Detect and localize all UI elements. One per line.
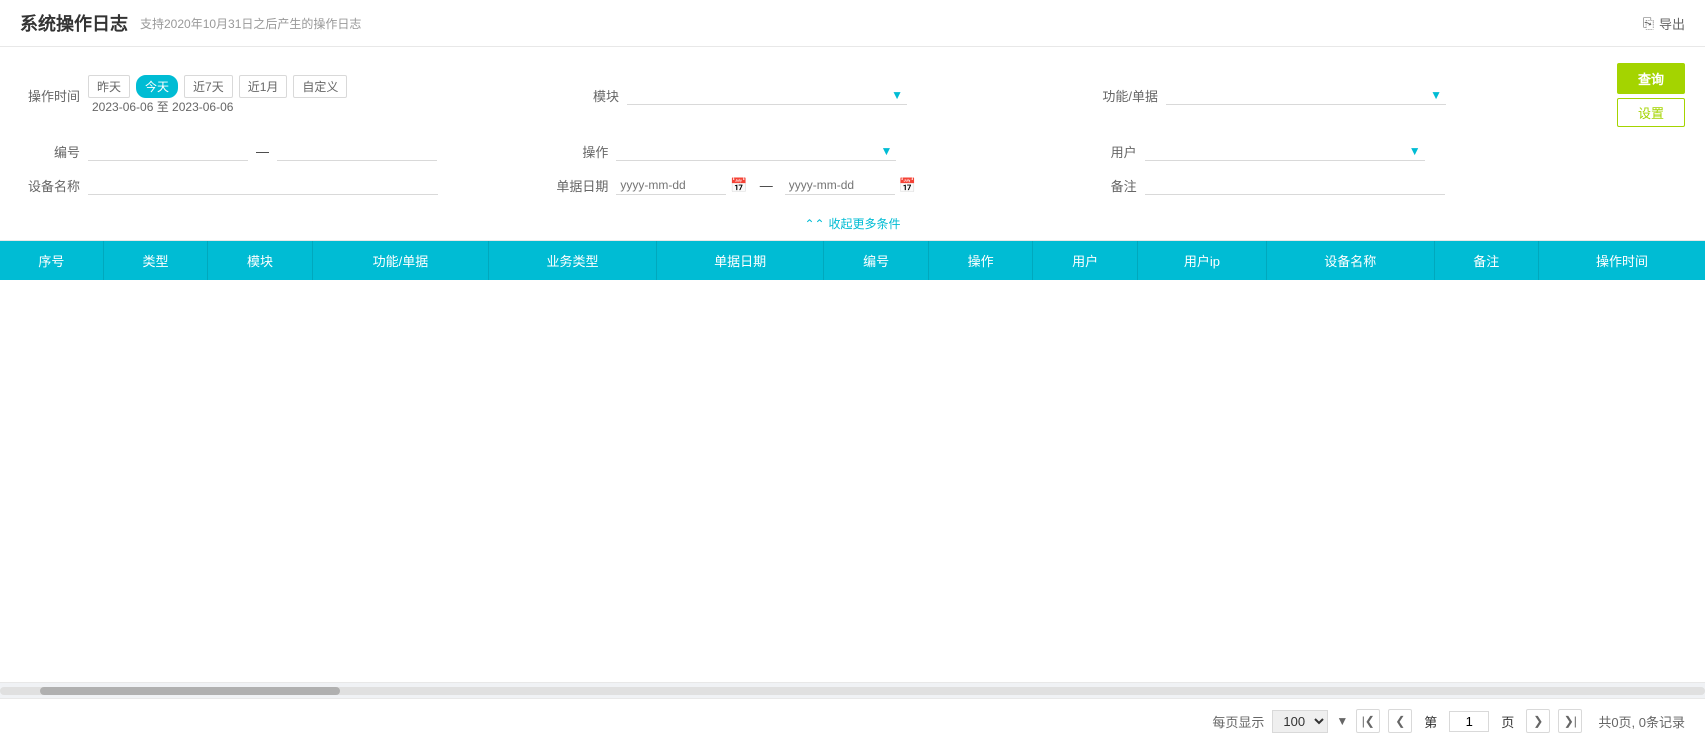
col-user: 用户 (1033, 241, 1137, 280)
user-label: 用户 (1077, 142, 1137, 161)
device-input[interactable] (88, 175, 438, 195)
code-input-end[interactable] (277, 141, 437, 161)
col-biz-type: 业务类型 (489, 241, 657, 280)
table-body (0, 280, 1705, 580)
export-icon: ⎘ (1643, 15, 1654, 32)
user-filter-group: 用户 ▼ (1077, 141, 1565, 161)
page-title: 系统操作日志 (20, 10, 128, 36)
page-label: 第 (1424, 712, 1437, 731)
col-module: 模块 (208, 241, 312, 280)
code-dash: — (256, 144, 269, 159)
date-start-input[interactable] (616, 176, 726, 195)
module-select-wrap: ▼ (627, 85, 907, 105)
time-btn-7days[interactable]: 近7天 (184, 75, 233, 98)
per-page-label: 每页显示 (1212, 712, 1264, 731)
code-label: 编号 (20, 142, 80, 161)
time-filter-group: 操作时间 昨天 今天 近7天 近1月 自定义 2023-06-06 至 2023… (20, 75, 519, 115)
date-dash: — (760, 178, 773, 193)
operation-select-wrap: ▼ (616, 141, 896, 161)
pagination-bar: 每页显示 100 50 200 ▼ |❮ ❮ 第 页 ❯ ❯| 共0页, 0条记… (0, 698, 1705, 743)
filter-area: 操作时间 昨天 今天 近7天 近1月 自定义 2023-06-06 至 2023… (0, 47, 1705, 241)
action-buttons: 查询 设置 (1617, 63, 1685, 127)
collapse-label: 收起更多条件 (829, 215, 901, 232)
last-page-button[interactable]: ❯| (1558, 709, 1582, 733)
scrollbar-area[interactable] (0, 682, 1705, 698)
date-end-icon[interactable]: 📅 (899, 177, 916, 194)
export-label: 导出 (1659, 14, 1685, 33)
page-number-input[interactable] (1449, 711, 1489, 732)
operation-label: 操作 (548, 142, 608, 161)
prev-page-button[interactable]: ❮ (1388, 709, 1412, 733)
table-area: 序号 类型 模块 功能/单据 业务类型 单据日期 编号 操作 用户 用户ip 设… (0, 241, 1705, 682)
page-header: 系统操作日志 支持2020年10月31日之后产生的操作日志 ⎘ 导出 (0, 0, 1705, 47)
date-range-wrap: 📅 — 📅 (616, 176, 916, 195)
col-remark: 备注 (1434, 241, 1538, 280)
module-select[interactable] (627, 85, 907, 105)
operation-select[interactable] (616, 141, 896, 161)
data-table: 序号 类型 模块 功能/单据 业务类型 单据日期 编号 操作 用户 用户ip 设… (0, 241, 1705, 580)
remark-filter-group: 备注 (1077, 175, 1565, 195)
scrollbar-thumb[interactable] (40, 687, 340, 695)
user-select-wrap: ▼ (1145, 141, 1425, 161)
export-button[interactable]: ⎘ 导出 (1643, 14, 1685, 33)
module-label: 模块 (559, 86, 619, 105)
voucher-date-label: 单据日期 (548, 176, 608, 195)
code-input-start[interactable] (88, 141, 248, 161)
per-page-select[interactable]: 100 50 200 (1272, 710, 1328, 733)
query-button[interactable]: 查询 (1617, 63, 1685, 94)
time-label: 操作时间 (20, 86, 80, 105)
filter-row-1: 操作时间 昨天 今天 近7天 近1月 自定义 2023-06-06 至 2023… (20, 63, 1685, 127)
code-filter-group: 编号 — (20, 141, 508, 161)
user-select[interactable] (1145, 141, 1425, 161)
col-code: 编号 (824, 241, 928, 280)
device-filter-group: 设备名称 (20, 175, 508, 195)
page-subtitle: 支持2020年10月31日之后产生的操作日志 (140, 15, 361, 32)
col-operation: 操作 (928, 241, 1032, 280)
table-head: 序号 类型 模块 功能/单据 业务类型 单据日期 编号 操作 用户 用户ip 设… (0, 241, 1705, 280)
time-range: 2023-06-06 至 2023-06-06 (92, 98, 347, 115)
col-device: 设备名称 (1266, 241, 1434, 280)
col-seq: 序号 (0, 241, 103, 280)
function-filter-group: 功能/单据 ▼ (1098, 85, 1597, 105)
first-page-button[interactable]: |❮ (1356, 709, 1380, 733)
filter-row-3: 设备名称 单据日期 📅 — 📅 备注 (20, 175, 1685, 195)
total-info: 共0页, 0条记录 (1598, 712, 1685, 731)
time-btn-today[interactable]: 今天 (136, 75, 178, 98)
col-voucher-date: 单据日期 (656, 241, 824, 280)
date-start-icon[interactable]: 📅 (730, 177, 747, 194)
page-wrapper: 系统操作日志 支持2020年10月31日之后产生的操作日志 ⎘ 导出 操作时间 … (0, 0, 1705, 743)
filter-row-2: 编号 — 操作 ▼ 用户 (20, 141, 1685, 161)
next-page-button[interactable]: ❯ (1526, 709, 1550, 733)
remark-label: 备注 (1077, 176, 1137, 195)
col-type: 类型 (103, 241, 207, 280)
time-buttons: 昨天 今天 近7天 近1月 自定义 (88, 75, 347, 98)
scrollbar-track (0, 687, 1705, 695)
function-label: 功能/单据 (1098, 86, 1158, 105)
col-function: 功能/单据 (312, 241, 488, 280)
time-btn-custom[interactable]: 自定义 (293, 75, 347, 98)
function-select[interactable] (1166, 85, 1446, 105)
date-end-input[interactable] (785, 176, 895, 195)
remark-input[interactable] (1145, 175, 1445, 195)
col-op-time: 操作时间 (1539, 241, 1705, 280)
device-label: 设备名称 (20, 176, 80, 195)
time-btn-yesterday[interactable]: 昨天 (88, 75, 130, 98)
time-btn-1month[interactable]: 近1月 (239, 75, 288, 98)
col-user-ip: 用户ip (1137, 241, 1266, 280)
table-header-row: 序号 类型 模块 功能/单据 业务类型 单据日期 编号 操作 用户 用户ip 设… (0, 241, 1705, 280)
operation-filter-group: 操作 ▼ (548, 141, 1036, 161)
collapse-icon: ⌃⌃ (804, 217, 824, 231)
module-filter-group: 模块 ▼ (559, 85, 1058, 105)
voucher-date-filter-group: 单据日期 📅 — 📅 (548, 176, 1036, 195)
page-unit: 页 (1501, 712, 1514, 731)
per-page-arrow: ▼ (1336, 714, 1348, 728)
settings-button[interactable]: 设置 (1617, 98, 1685, 127)
collapse-bar[interactable]: ⌃⌃ 收起更多条件 (20, 209, 1685, 240)
function-select-wrap: ▼ (1166, 85, 1446, 105)
empty-row (0, 280, 1705, 580)
